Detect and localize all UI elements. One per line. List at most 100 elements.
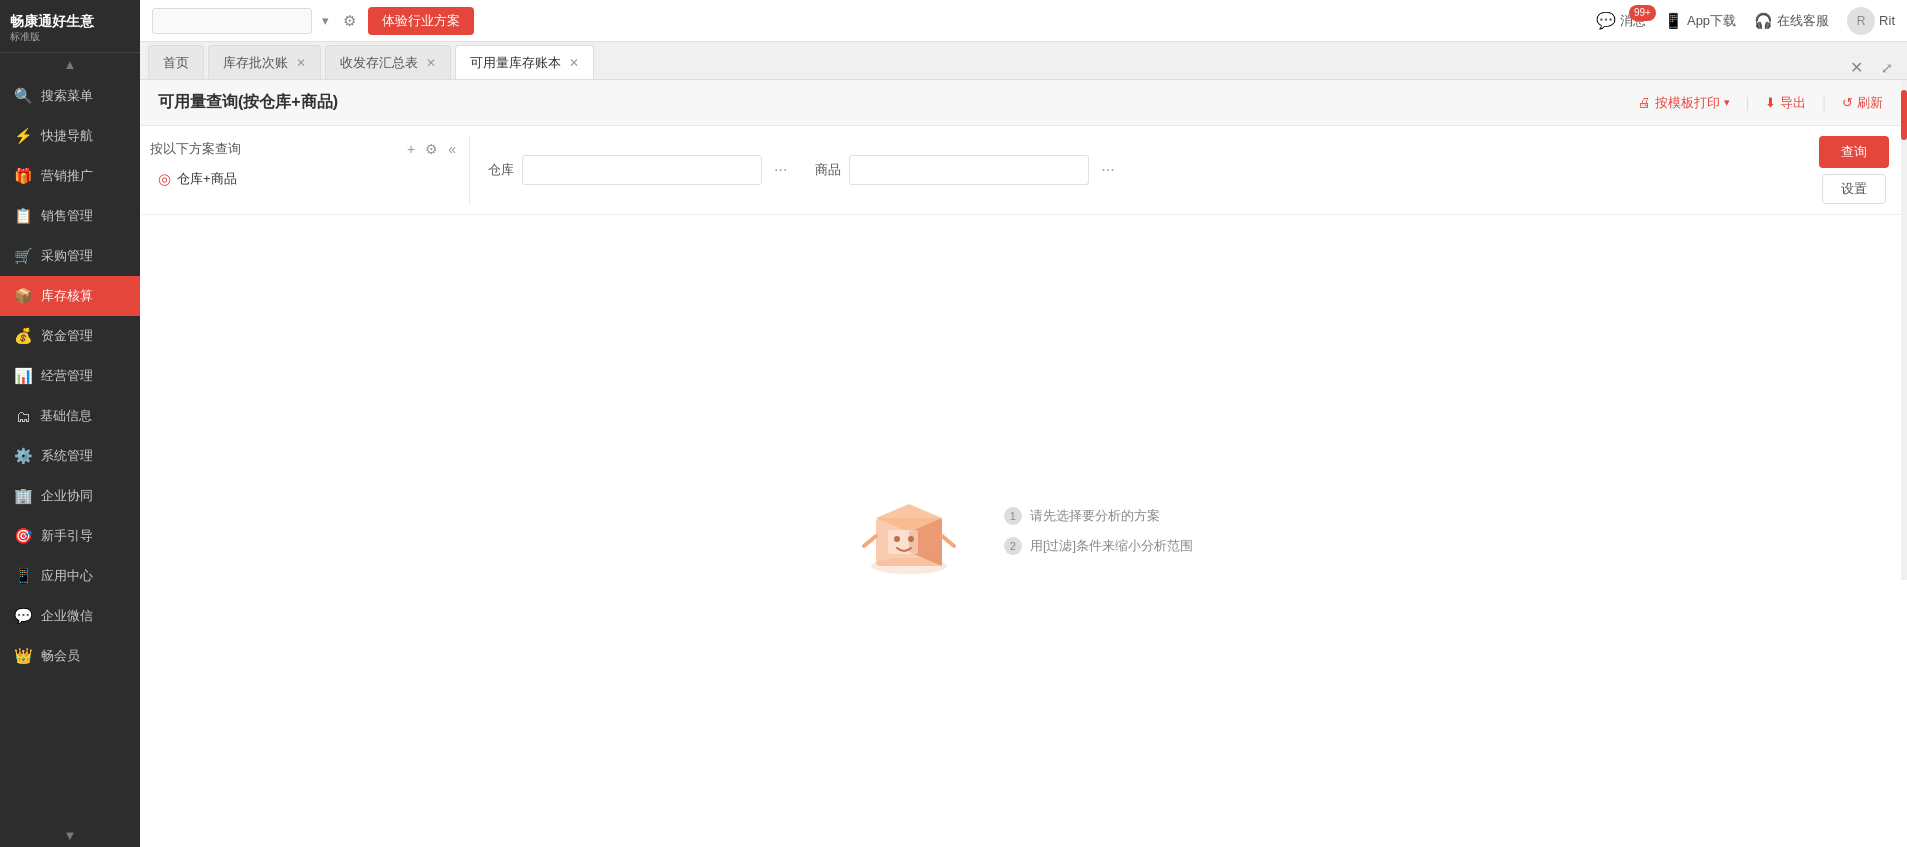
export-label: 导出 bbox=[1780, 94, 1806, 112]
tab-summary-label: 收发存汇总表 bbox=[340, 54, 418, 72]
tab-available[interactable]: 可用量库存账本 ✕ bbox=[455, 45, 594, 79]
page-header-actions: 🖨 按模板打印 ▾ | ⬇ 导出 | ↺ 刷新 bbox=[1632, 90, 1889, 116]
warehouse-dots[interactable]: ··· bbox=[770, 161, 791, 179]
sidebar-item-shortcut[interactable]: ⚡ 快捷导航 bbox=[0, 116, 140, 156]
query-btn-area: 查询 设置 bbox=[1801, 136, 1907, 204]
tabsbar-expand-btn[interactable]: ⤢ bbox=[1875, 58, 1899, 78]
sidebar-item-apps[interactable]: 📱 应用中心 bbox=[0, 556, 140, 596]
notification-btn[interactable]: 💬 消息 99+ bbox=[1596, 11, 1646, 30]
member-icon: 👑 bbox=[14, 647, 33, 665]
sidebar-item-inventory[interactable]: 📦 库存核算 bbox=[0, 276, 140, 316]
scheme-header-title: 按以下方案查询 bbox=[150, 140, 241, 158]
divider2: | bbox=[1822, 95, 1826, 111]
sidebar-item-enterprise[interactable]: 🏢 企业协同 bbox=[0, 476, 140, 516]
tab-home[interactable]: 首页 bbox=[148, 45, 204, 79]
empty-state-content: 1 请先选择要分析的方案 2 用[过滤]条件来缩小分析范围 bbox=[854, 476, 1193, 586]
tab-batch[interactable]: 库存批次账 ✕ bbox=[208, 45, 321, 79]
refresh-btn[interactable]: ↺ 刷新 bbox=[1836, 90, 1889, 116]
scheme-item-label: 仓库+商品 bbox=[177, 170, 237, 188]
tab-batch-label: 库存批次账 bbox=[223, 54, 288, 72]
sidebar-item-guide[interactable]: 🎯 新手引导 bbox=[0, 516, 140, 556]
sidebar-item-label-base: 基础信息 bbox=[40, 407, 92, 425]
sidebar-item-base[interactable]: 🗂 基础信息 bbox=[0, 396, 140, 436]
empty-state-illustration bbox=[854, 476, 964, 586]
scheme-panel: 按以下方案查询 + ⚙ « ◎ 仓库+商品 bbox=[140, 136, 470, 204]
refresh-icon: ↺ bbox=[1842, 95, 1853, 110]
scheme-collapse-btn[interactable]: « bbox=[445, 140, 459, 158]
query-area: 按以下方案查询 + ⚙ « ◎ 仓库+商品 仓库 ··· bbox=[140, 126, 1907, 215]
sidebar-item-label-marketing: 营销推广 bbox=[41, 167, 93, 185]
tip1-number: 1 bbox=[1004, 507, 1022, 525]
tab-summary-close[interactable]: ✕ bbox=[424, 56, 436, 70]
sidebar-item-label-apps: 应用中心 bbox=[41, 567, 93, 585]
scheme-add-btn[interactable]: + bbox=[404, 140, 418, 158]
purchase-icon: 🛒 bbox=[14, 247, 33, 265]
apps-icon: 📱 bbox=[14, 567, 33, 585]
tab-summary[interactable]: 收发存汇总表 ✕ bbox=[325, 45, 451, 79]
sidebar-item-purchase[interactable]: 🛒 采购管理 bbox=[0, 236, 140, 276]
topbar-settings-btn[interactable]: ⚙ bbox=[339, 10, 360, 32]
sidebar-header: 畅康通好生意 标准版 bbox=[0, 0, 140, 53]
scheme-header-actions: + ⚙ « bbox=[404, 140, 459, 158]
search-input[interactable] bbox=[152, 8, 312, 34]
tabsbar-close-btn[interactable]: ✕ bbox=[1844, 56, 1869, 79]
inventory-icon: 📦 bbox=[14, 287, 33, 305]
sidebar-item-label-shortcut: 快捷导航 bbox=[41, 127, 93, 145]
right-scrollbar[interactable] bbox=[1901, 80, 1907, 580]
query-field-goods: 商品 ··· bbox=[815, 155, 1118, 185]
sidebar-item-system[interactable]: ⚙️ 系统管理 bbox=[0, 436, 140, 476]
tab-available-close[interactable]: ✕ bbox=[567, 56, 579, 70]
search-dropdown-btn[interactable]: ▾ bbox=[318, 11, 333, 30]
svg-point-6 bbox=[908, 536, 914, 542]
topbar-search-area: ▾ ⚙ bbox=[152, 8, 360, 34]
operation-icon: 📊 bbox=[14, 367, 33, 385]
online-service-btn[interactable]: 🎧 在线客服 bbox=[1754, 12, 1829, 30]
user-avatar-area[interactable]: R Rit bbox=[1847, 7, 1895, 35]
sidebar-item-search[interactable]: 🔍 搜索菜单 bbox=[0, 76, 140, 116]
scheme-item-icon: ◎ bbox=[158, 170, 171, 188]
sidebar-item-sales[interactable]: 📋 销售管理 bbox=[0, 196, 140, 236]
marketing-icon: 🎁 bbox=[14, 167, 33, 185]
shortcut-icon: ⚡ bbox=[14, 127, 33, 145]
sidebar-item-label-guide: 新手引导 bbox=[41, 527, 93, 545]
goods-dots[interactable]: ··· bbox=[1097, 161, 1118, 179]
sidebar-scroll-up[interactable]: ▲ bbox=[0, 53, 140, 76]
query-button[interactable]: 查询 bbox=[1819, 136, 1889, 168]
industry-btn[interactable]: 体验行业方案 bbox=[368, 7, 474, 35]
sidebar-item-label-enterprise: 企业协同 bbox=[41, 487, 93, 505]
guide-icon: 🎯 bbox=[14, 527, 33, 545]
tab-batch-close[interactable]: ✕ bbox=[294, 56, 306, 70]
avatar: R bbox=[1847, 7, 1875, 35]
sidebar-item-operation[interactable]: 📊 经营管理 bbox=[0, 356, 140, 396]
scheme-settings-btn[interactable]: ⚙ bbox=[422, 140, 441, 158]
search-nav-icon: 🔍 bbox=[14, 87, 33, 105]
export-btn[interactable]: ⬇ 导出 bbox=[1759, 90, 1812, 116]
topbar-right: 💬 消息 99+ 📱 App下载 🎧 在线客服 R Rit bbox=[1596, 7, 1895, 35]
warehouse-input[interactable] bbox=[522, 155, 762, 185]
svg-point-5 bbox=[894, 536, 900, 542]
sales-icon: 📋 bbox=[14, 207, 33, 225]
print-btn[interactable]: 🖨 按模板打印 ▾ bbox=[1632, 90, 1736, 116]
empty-state: 1 请先选择要分析的方案 2 用[过滤]条件来缩小分析范围 bbox=[140, 215, 1907, 847]
sidebar-item-label-purchase: 采购管理 bbox=[41, 247, 93, 265]
app-download-icon: 📱 bbox=[1664, 12, 1683, 30]
sidebar-item-member[interactable]: 👑 畅会员 bbox=[0, 636, 140, 676]
sidebar-item-finance[interactable]: 💰 资金管理 bbox=[0, 316, 140, 356]
divider1: | bbox=[1746, 95, 1750, 111]
tabsbar: 首页 库存批次账 ✕ 收发存汇总表 ✕ 可用量库存账本 ✕ ✕ ⤢ bbox=[140, 42, 1907, 80]
goods-input[interactable] bbox=[849, 155, 1089, 185]
app-download-btn[interactable]: 📱 App下载 bbox=[1664, 12, 1736, 30]
scheme-item-warehouse-goods[interactable]: ◎ 仓库+商品 bbox=[150, 164, 459, 194]
settings-button[interactable]: 设置 bbox=[1822, 174, 1886, 204]
base-icon: 🗂 bbox=[14, 408, 32, 425]
sidebar-item-wechat[interactable]: 💬 企业微信 bbox=[0, 596, 140, 636]
sidebar: 畅康通好生意 标准版 ▲ 🔍 搜索菜单 ⚡ 快捷导航 🎁 营销推广 📋 销售管理… bbox=[0, 0, 140, 847]
tabsbar-actions: ✕ ⤢ bbox=[1844, 56, 1907, 79]
scrollbar-thumb bbox=[1901, 90, 1907, 140]
sidebar-item-marketing[interactable]: 🎁 营销推广 bbox=[0, 156, 140, 196]
sidebar-item-label-search: 搜索菜单 bbox=[41, 87, 93, 105]
tab-available-label: 可用量库存账本 bbox=[470, 54, 561, 72]
sidebar-scroll-down[interactable]: ▼ bbox=[0, 824, 140, 847]
sidebar-item-label-inventory: 库存核算 bbox=[41, 287, 93, 305]
sidebar-item-label-operation: 经营管理 bbox=[41, 367, 93, 385]
